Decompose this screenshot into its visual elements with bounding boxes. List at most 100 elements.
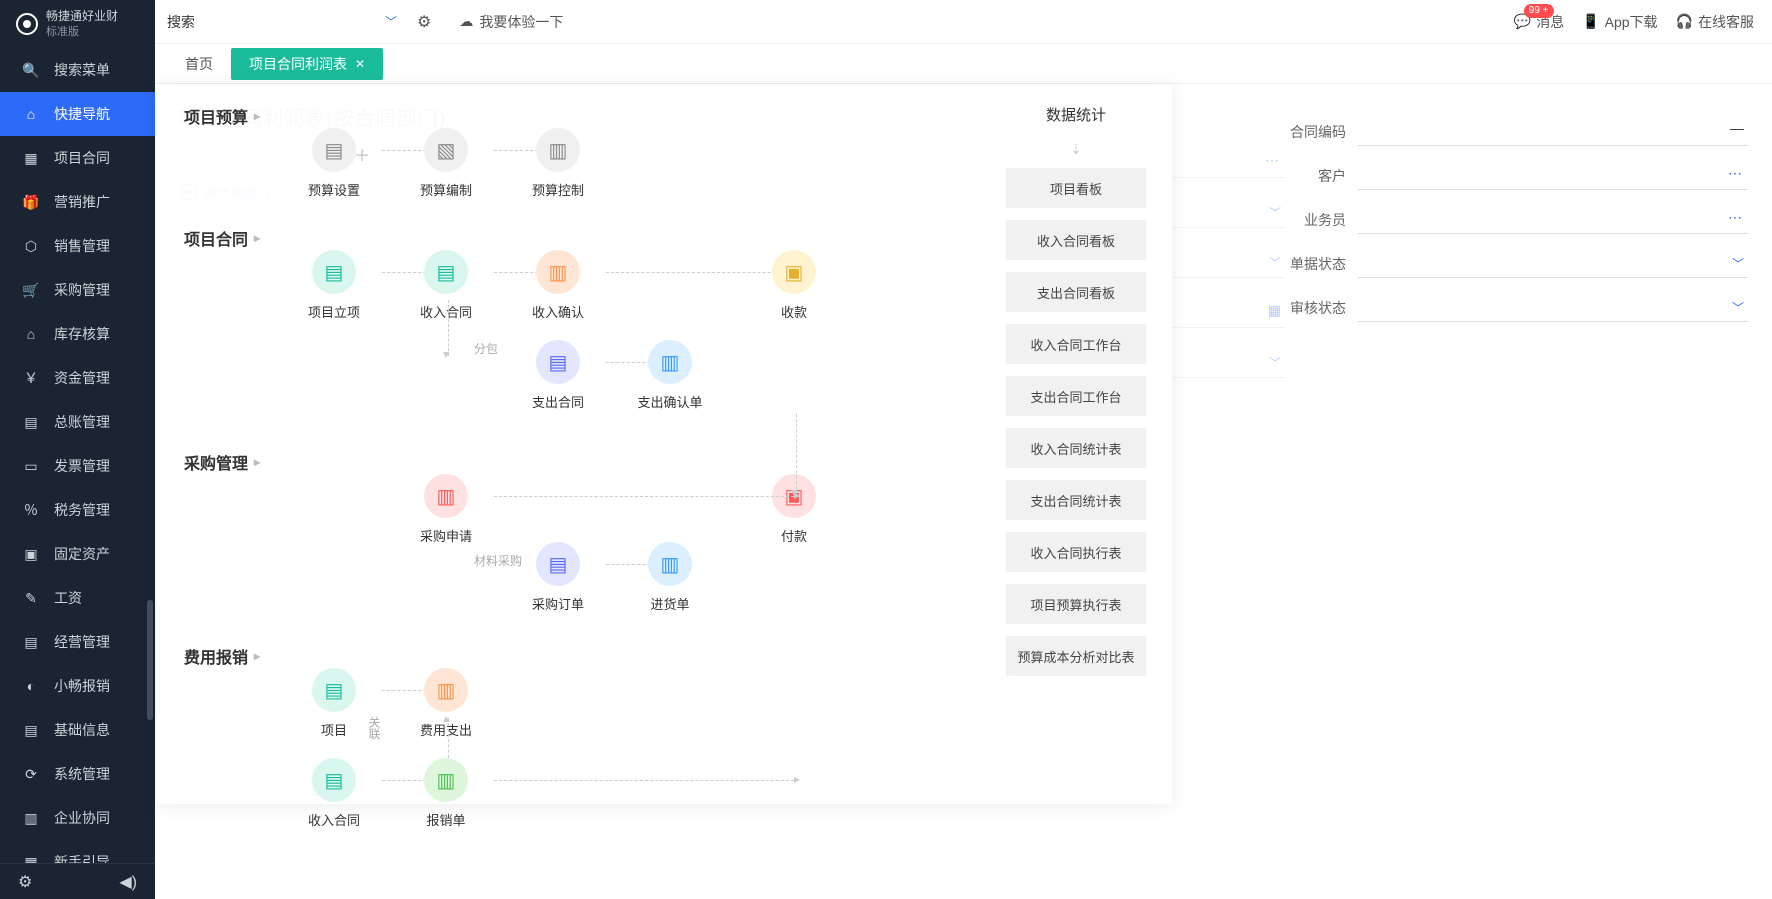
header-messages[interactable]: 💬 消息 99 + (1514, 12, 1564, 32)
quicknav-overlay: 数据统计 ⇣ 项目看板 收入合同看板 支出合同看板 收入合同工作台 支出合同工作… (156, 84, 1172, 804)
plus-icon[interactable]: ＋ (354, 142, 370, 166)
doc-icon: ▤ (536, 542, 580, 586)
sidebar-item-invoice[interactable]: ▭发票管理 (0, 444, 155, 488)
node-purchase-request[interactable]: ▥采购申请 (406, 474, 486, 545)
header-app-download[interactable]: 📱 App下载 (1582, 12, 1657, 32)
doc-icon: ▤ (312, 128, 356, 172)
sidebar-item-project-contract[interactable]: ▦项目合同 (0, 136, 155, 180)
phone-icon: 📱 (1582, 13, 1599, 30)
sidebar-item-tax[interactable]: ％税务管理 (0, 488, 155, 532)
node-income-contract[interactable]: ▤收入合同 (406, 250, 486, 321)
input-contract-code[interactable]: — (1358, 118, 1748, 146)
chevron-down-icon[interactable]: ﹀ (1732, 255, 1744, 272)
home-icon: ⌂ (22, 106, 40, 122)
sidebar-scrollbar[interactable] (147, 600, 153, 720)
sidebar-item-purchase[interactable]: 🛒采购管理 (0, 268, 155, 312)
sidebar-footer: ⚙ ◀) (0, 863, 155, 899)
section-expense-title: 费用报销▸ (184, 644, 1144, 668)
chevron-right-icon: ▸ (254, 455, 260, 469)
header: 搜索 ﹀ ⚙ ☁ 我要体验一下 💬 消息 99 + 📱 App下载 🎧 在线客服 (155, 0, 1772, 44)
chevron-down-icon[interactable]: ﹀ (1269, 254, 1281, 271)
doc-icon: ▥ (424, 474, 468, 518)
node-budget-control[interactable]: ▥预算控制 (518, 128, 598, 199)
chevron-down-icon[interactable]: ﹀ (1732, 299, 1744, 316)
flow-arrow (494, 496, 794, 497)
section-budget-title: 项目预算▸ (184, 104, 1144, 128)
node-purchase-order[interactable]: ▤采购订单 (518, 542, 598, 613)
close-icon[interactable]: ✕ (355, 57, 365, 71)
flow-row-purchase: ▥采购申请 ▣付款 材料采购 ▤采购订单 ▥进货单 (184, 474, 1144, 644)
rows-icon: ▤ (22, 414, 40, 431)
input-bill-status[interactable]: ﹀ (1358, 250, 1748, 278)
node-expense-confirm[interactable]: ▥支出确认单 (630, 340, 710, 411)
flow-arrow (796, 414, 797, 494)
node-goods-receipt[interactable]: ▥进货单 (630, 542, 710, 613)
refresh-icon: ⟳ (22, 766, 40, 783)
sidebar-item-search[interactable]: 🔍搜索菜单 (0, 48, 155, 92)
tabs: 首页 项目合同利润表 ✕ (155, 44, 1772, 84)
sidebar-item-sales[interactable]: ⬡销售管理 (0, 224, 155, 268)
header-search-label[interactable]: 搜索 (167, 12, 195, 32)
settings-icon[interactable]: ⚙ (18, 872, 32, 892)
sidebar-item-reimburse[interactable]: ◐小畅报销 (0, 664, 155, 708)
mini-subcontract: 分包 (474, 340, 498, 357)
gift-icon: 🎁 (22, 194, 40, 211)
tab-profit-report[interactable]: 项目合同利润表 ✕ (231, 48, 383, 80)
input-salesman[interactable]: ⋯ (1358, 206, 1748, 234)
sidebar-item-fixed-assets[interactable]: ▣固定资产 (0, 532, 155, 576)
yen-icon: ￥ (22, 368, 40, 388)
flow-arrow (448, 718, 449, 758)
tab-home[interactable]: 首页 (167, 48, 231, 80)
sidebar-item-inventory[interactable]: ⌂库存核算 (0, 312, 155, 356)
messages-badge: 99 + (1524, 4, 1554, 18)
node-income-contract-2[interactable]: ▤收入合同 (294, 758, 374, 829)
sidebar-item-salary[interactable]: ✎工资 (0, 576, 155, 620)
node-expense-contract[interactable]: ▤支出合同 (518, 340, 598, 411)
sidebar-item-marketing[interactable]: 🎁营销推广 (0, 180, 155, 224)
doc-icon: ▤ (312, 758, 356, 802)
node-project[interactable]: ▤项目 (294, 668, 374, 739)
doc-icon: ▥ (424, 668, 468, 712)
node-payment[interactable]: ▣付款 (754, 474, 834, 545)
sidebar: 畅捷通好业财 标准版 🔍搜索菜单 ⌂快捷导航 ▦项目合同 🎁营销推广 ⬡销售管理… (0, 0, 155, 899)
house-icon: ⌂ (22, 326, 40, 342)
half-circle-icon: ◐ (22, 678, 40, 694)
hex-icon: ⬡ (22, 238, 40, 255)
collapse-icon[interactable]: ◀) (119, 872, 137, 892)
node-budget-edit[interactable]: ▧预算编制 (406, 128, 486, 199)
input-customer[interactable]: ⋯ (1358, 162, 1748, 190)
node-reimburse-form[interactable]: ▥报销单 (406, 758, 486, 829)
more-icon[interactable]: ⋯ (1728, 165, 1744, 182)
sidebar-item-quicknav[interactable]: ⌂快捷导航 (0, 92, 155, 136)
sidebar-item-funds[interactable]: ￥资金管理 (0, 356, 155, 400)
cols-icon: ▥ (22, 810, 40, 827)
node-project-setup[interactable]: ▤项目立项 (294, 250, 374, 321)
stats-title: 数据统计 (1006, 104, 1146, 125)
gear-icon[interactable]: ⚙ (417, 12, 431, 32)
sidebar-item-collab[interactable]: ▥企业协同 (0, 796, 155, 840)
node-expense-out[interactable]: ▥费用支出 (406, 668, 486, 739)
chevron-down-icon[interactable]: ﹀ (1269, 354, 1281, 371)
rows-icon: ▤ (22, 722, 40, 739)
sidebar-item-basic-info[interactable]: ▤基础信息 (0, 708, 155, 752)
node-income-confirm[interactable]: ▥收入确认 (518, 250, 598, 321)
cloud-icon: ☁ (459, 13, 473, 30)
chevron-down-icon[interactable]: ﹀ (1269, 204, 1281, 221)
square-icon: ▣ (22, 546, 40, 563)
rect-icon: ▭ (22, 458, 40, 475)
chevron-down-icon[interactable]: ﹀ (385, 13, 397, 30)
node-receipt[interactable]: ▣收款 (754, 250, 834, 321)
sidebar-item-business[interactable]: ▤经营管理 (0, 620, 155, 664)
more-icon[interactable]: ⋯ (1265, 152, 1281, 169)
wallet-icon: ▣ (772, 250, 816, 294)
more-icon[interactable]: ⋯ (1728, 209, 1744, 226)
input-audit-status[interactable]: ﹀ (1358, 294, 1748, 322)
doc-icon: ▤ (424, 250, 468, 294)
sidebar-item-guide[interactable]: ▦新手引导 (0, 840, 155, 863)
sidebar-item-system[interactable]: ⟳系统管理 (0, 752, 155, 796)
try-experience[interactable]: ☁ 我要体验一下 (459, 12, 563, 32)
sidebar-item-ledger[interactable]: ▤总账管理 (0, 400, 155, 444)
sidebar-menu: 🔍搜索菜单 ⌂快捷导航 ▦项目合同 🎁营销推广 ⬡销售管理 🛒采购管理 ⌂库存核… (0, 48, 155, 863)
header-online-service[interactable]: 🎧 在线客服 (1676, 12, 1754, 32)
section-contract-title: 项目合同▸ (184, 226, 1144, 250)
